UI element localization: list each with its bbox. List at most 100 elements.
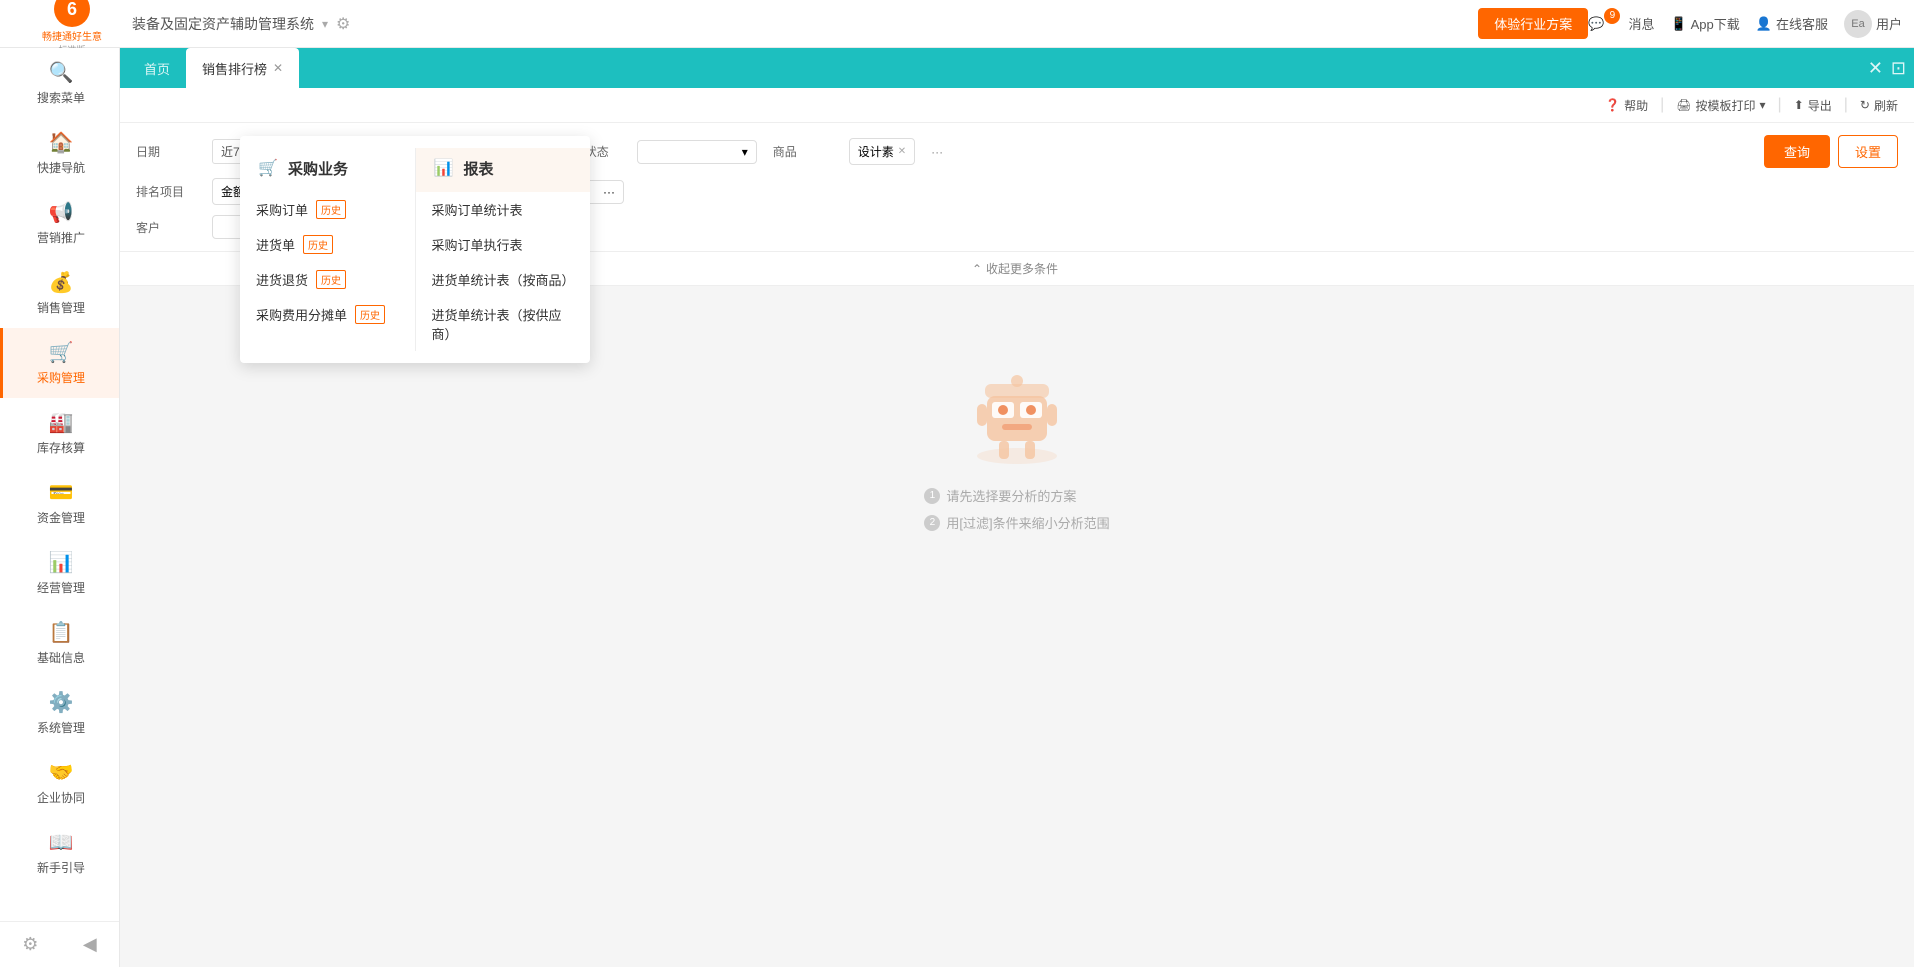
refresh-icon: ↻ xyxy=(1860,98,1870,112)
print-btn[interactable]: 🖨 按模板打印 ▾ xyxy=(1676,97,1765,114)
sidebar-item-quick[interactable]: 🏠 快捷导航 xyxy=(0,118,119,188)
tip-num-2: 2 xyxy=(924,515,940,531)
title-dropdown-icon[interactable]: ▾ xyxy=(322,17,328,31)
empty-tip-1: 1 请先选择要分析的方案 xyxy=(924,486,1109,505)
sidebar-label-guide: 新手引导 xyxy=(37,859,85,876)
sidebar-settings-icon[interactable]: ⚙ xyxy=(22,934,38,955)
goods-label: 商品 xyxy=(773,143,833,160)
sidebar-item-sales[interactable]: 💰 销售管理 xyxy=(0,258,119,328)
sidebar-label-sales: 销售管理 xyxy=(37,299,85,316)
purchase-icon: 🛒 xyxy=(49,340,74,365)
app-download-label: App下载 xyxy=(1691,14,1740,33)
sidebar-label-enterprise: 企业协同 xyxy=(37,789,85,806)
title-gear-icon[interactable]: ⚙ xyxy=(336,14,350,34)
set-button[interactable]: 设置 xyxy=(1838,135,1898,168)
user-btn[interactable]: Ea 用户 xyxy=(1844,10,1902,38)
app-download-btn[interactable]: 📱 App下载 xyxy=(1670,14,1739,33)
toolbar: ❓ 帮助 | 🖨 按模板打印 ▾ | ⬆ 导出 | ↻ 刷新 xyxy=(120,88,1914,123)
toolbar-divider1: | xyxy=(1660,96,1664,114)
sidebar-item-system[interactable]: ⚙️ 系统管理 xyxy=(0,678,119,748)
collapse-up-icon: ⌃ xyxy=(972,262,982,276)
tab-home[interactable]: 首页 xyxy=(128,48,186,88)
purchase-expense-hist: 历史 xyxy=(355,305,385,324)
tab-close-icon[interactable]: ✕ xyxy=(273,61,283,75)
purchase-receipt-item[interactable]: 进货单 历史 xyxy=(240,227,415,262)
sales-icon: 💰 xyxy=(49,270,74,295)
export-label: 导出 xyxy=(1808,97,1832,114)
purchase-col-icon: 🛒 xyxy=(256,156,280,180)
system-icon: ⚙️ xyxy=(49,690,74,715)
help-btn[interactable]: ❓ 帮助 xyxy=(1605,97,1648,114)
report-col-icon: 📊 xyxy=(432,156,456,180)
tip-num-1: 1 xyxy=(924,488,940,504)
sidebar-item-inventory[interactable]: 🏭 库存核算 xyxy=(0,398,119,468)
tab-home-label: 首页 xyxy=(144,59,170,78)
system-title-text: 装备及固定资产辅助管理系统 xyxy=(132,14,314,34)
help-icon: ❓ xyxy=(1605,98,1620,112)
industry-button[interactable]: 体验行业方案 xyxy=(1478,8,1588,39)
inventory-icon: 🏭 xyxy=(49,410,74,435)
collapse-label: 收起更多条件 xyxy=(986,260,1058,277)
message-icon: 💬 xyxy=(1588,16,1604,32)
report-order-stat-item[interactable]: 采购订单统计表 xyxy=(416,192,591,227)
doc-status-select[interactable]: ▾ xyxy=(637,140,757,164)
print-dropdown-icon: ▾ xyxy=(1760,98,1766,112)
sidebar-bottom: ⚙ ◀ xyxy=(0,921,119,967)
purchase-col: 🛒 采购业务 采购订单 历史 进货单 历史 进货退货 历史 采购费用分摊单 xyxy=(240,136,415,363)
report-order-stat-label: 采购订单统计表 xyxy=(432,200,523,219)
tab-bar-controls: ✕ ⊡ xyxy=(1868,58,1906,79)
app-download-icon: 📱 xyxy=(1670,16,1686,32)
operation-icon: 📊 xyxy=(49,550,74,575)
purchase-return-item[interactable]: 进货退货 历史 xyxy=(240,262,415,297)
avatar: Ea xyxy=(1844,10,1872,38)
home-icon: 🏠 xyxy=(49,130,74,155)
online-service-btn[interactable]: 👤 在线客服 xyxy=(1756,14,1828,33)
toolbar-divider2: | xyxy=(1778,96,1782,114)
goods-more[interactable]: ··· xyxy=(931,145,943,159)
refresh-label: 刷新 xyxy=(1874,97,1898,114)
print-icon: 🖨 xyxy=(1676,98,1691,112)
sidebar-label-search: 搜索菜单 xyxy=(37,89,85,106)
tip-text-1: 请先选择要分析的方案 xyxy=(946,486,1076,505)
export-btn[interactable]: ⬆ 导出 xyxy=(1794,97,1832,114)
sidebar-item-enterprise[interactable]: 🤝 企业协同 xyxy=(0,748,119,818)
empty-illustration xyxy=(957,366,1077,466)
sidebar-item-capital[interactable]: 💳 资金管理 xyxy=(0,468,119,538)
capital-icon: 💳 xyxy=(49,480,74,505)
online-service-label: 在线客服 xyxy=(1776,14,1828,33)
sidebar-item-guide[interactable]: 📖 新手引导 xyxy=(0,818,119,888)
sidebar-collapse-icon[interactable]: ◀ xyxy=(83,934,97,955)
goods-tag-close-icon[interactable]: ✕ xyxy=(898,146,906,157)
refresh-btn[interactable]: ↻ 刷新 xyxy=(1860,97,1898,114)
sidebar-item-basic[interactable]: 📋 基础信息 xyxy=(0,608,119,678)
sidebar-item-purchase[interactable]: 🛒 采购管理 xyxy=(0,328,119,398)
purchase-order-item[interactable]: 采购订单 历史 xyxy=(240,192,415,227)
sidebar-item-marketing[interactable]: 📢 营销推广 xyxy=(0,188,119,258)
customer-label: 客户 xyxy=(136,219,196,236)
enterprise-icon: 🤝 xyxy=(49,760,74,785)
search-icon: 🔍 xyxy=(49,60,74,85)
print-label: 按模板打印 xyxy=(1695,97,1755,114)
report-col-title: 报表 xyxy=(464,158,494,179)
report-receipt-supplier-item[interactable]: 进货单统计表（按供应商） xyxy=(416,297,591,351)
report-order-exec-label: 采购订单执行表 xyxy=(432,235,523,254)
goods-tag[interactable]: 设计素 ✕ xyxy=(849,138,915,165)
query-button[interactable]: 查询 xyxy=(1764,135,1830,168)
tab-sales-rank[interactable]: 销售排行榜 ✕ xyxy=(186,48,299,88)
sidebar-label-capital: 资金管理 xyxy=(37,509,85,526)
purchase-expense-item[interactable]: 采购费用分摊单 历史 xyxy=(240,297,415,332)
basic-icon: 📋 xyxy=(49,620,74,645)
report-receipt-supplier-label: 进货单统计表（按供应商） xyxy=(432,305,575,343)
purchase-receipt-hist: 历史 xyxy=(303,235,333,254)
sidebar-item-search[interactable]: 🔍 搜索菜单 xyxy=(0,48,119,118)
topbar-right: 💬 9 消息 📱 App下载 👤 在线客服 Ea 用户 xyxy=(1588,10,1902,38)
report-receipt-goods-item[interactable]: 进货单统计表（按商品） xyxy=(416,262,591,297)
message-btn[interactable]: 💬 9 消息 xyxy=(1588,14,1654,33)
guide-icon: 📖 xyxy=(49,830,74,855)
tab-window-close-icon[interactable]: ✕ xyxy=(1868,58,1883,79)
sidebar-item-operation[interactable]: 📊 经营管理 xyxy=(0,538,119,608)
tab-window-maximize-icon[interactable]: ⊡ xyxy=(1891,58,1906,79)
export-icon: ⬆ xyxy=(1794,98,1804,112)
sidebar-label-operation: 经营管理 xyxy=(37,579,85,596)
report-order-exec-item[interactable]: 采购订单执行表 xyxy=(416,227,591,262)
